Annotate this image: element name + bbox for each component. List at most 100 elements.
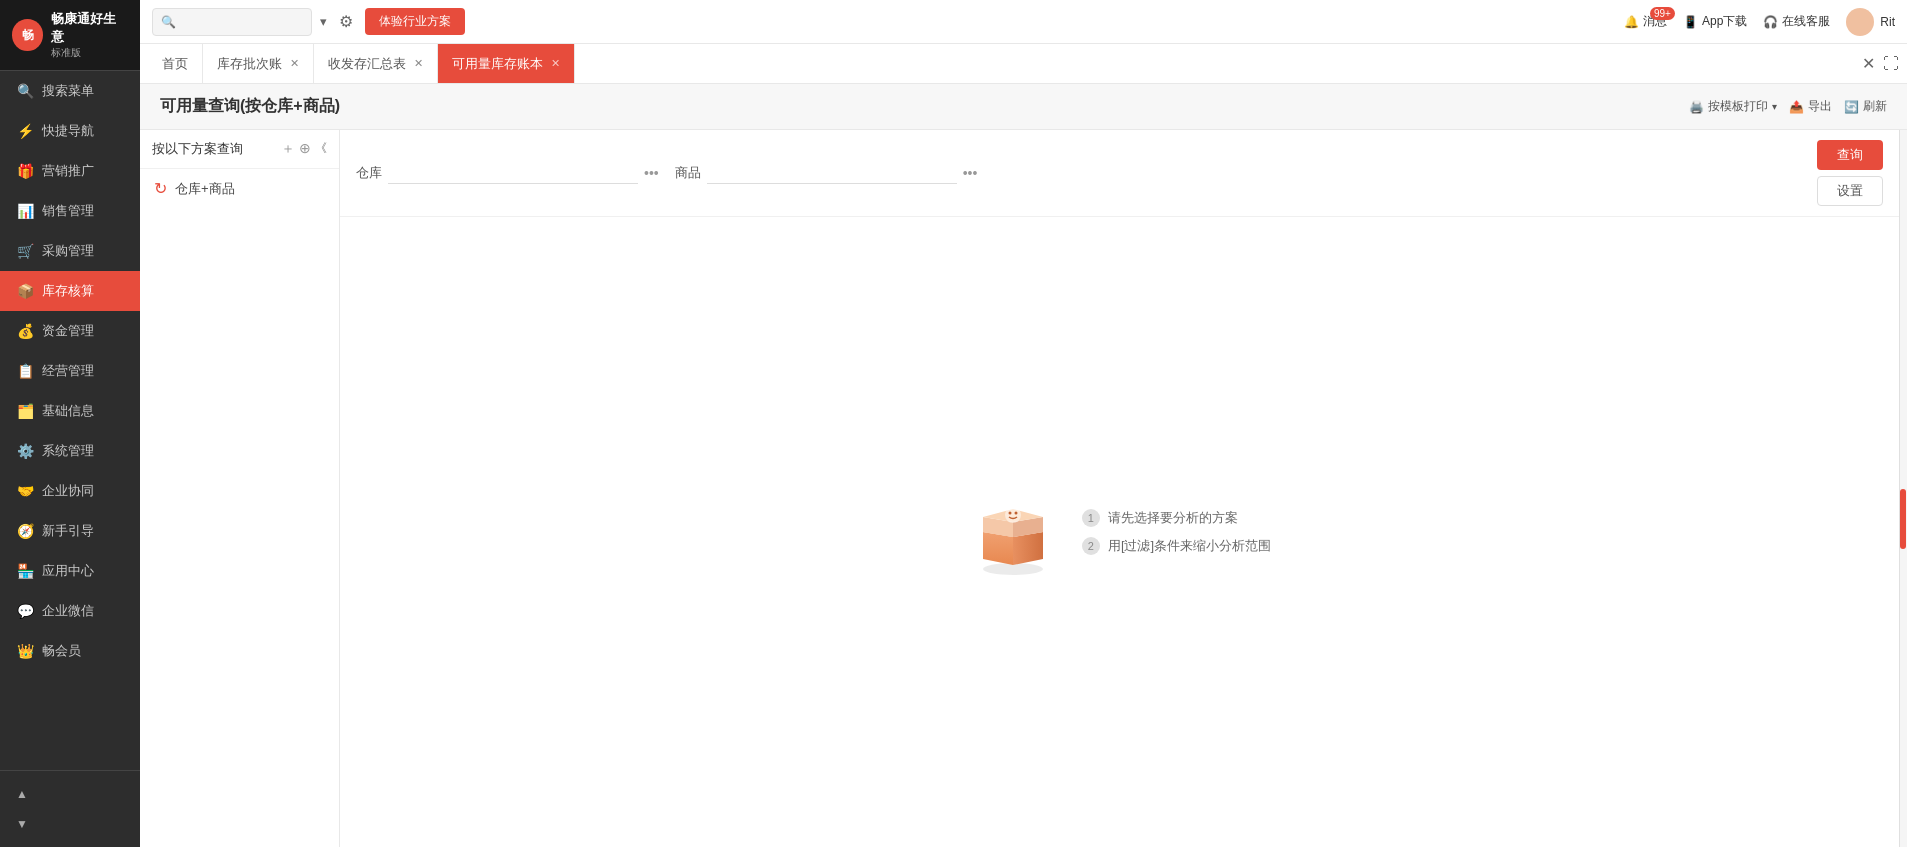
chevron-down-icon: ▾ [1772, 101, 1777, 112]
tab-available-label: 可用量库存账本 [452, 55, 543, 73]
sidebar-item-wxwork[interactable]: 💬 企业微信 [0, 591, 140, 631]
headset-icon: 🎧 [1763, 15, 1778, 29]
tab-summary[interactable]: 收发存汇总表 ✕ [314, 44, 438, 83]
tip-text-2: 用[过滤]条件来缩小分析范围 [1108, 537, 1271, 555]
close-tab-icon[interactable]: ✕ [1862, 54, 1875, 73]
right-scrollbar[interactable] [1899, 130, 1907, 847]
sidebar-nav: 🔍 搜索菜单 ⚡ 快捷导航 🎁 营销推广 📊 销售管理 🛒 采购管理 📦 库存核… [0, 71, 140, 770]
gear-icon[interactable]: ⚙ [335, 8, 357, 35]
tabs-actions: ✕ ⛶ [1862, 54, 1899, 73]
export-button[interactable]: 📤 导出 [1789, 98, 1832, 115]
app-download-button[interactable]: 📱 App下载 [1683, 13, 1747, 30]
sidebar-label-basic: 基础信息 [42, 402, 94, 420]
sidebar-item-guide[interactable]: 🧭 新手引导 [0, 511, 140, 551]
expand-icon[interactable]: ⛶ [1883, 55, 1899, 73]
shortcut-icon: ⚡ [16, 122, 34, 140]
left-panel-actions: ＋ ⊕ 《 [281, 140, 327, 158]
sidebar-item-operation[interactable]: 📋 经营管理 [0, 351, 140, 391]
tab-batch[interactable]: 库存批次账 ✕ [203, 44, 314, 83]
sidebar-item-purchase[interactable]: 🛒 采购管理 [0, 231, 140, 271]
inventory-icon: 📦 [16, 282, 34, 300]
search-input[interactable] [180, 15, 280, 29]
basic-icon: 🗂️ [16, 402, 34, 420]
operation-icon: 📋 [16, 362, 34, 380]
sidebar-item-finance[interactable]: 💰 资金管理 [0, 311, 140, 351]
left-panel-title-area: 按以下方案查询 [152, 140, 243, 158]
left-panel: 按以下方案查询 ＋ ⊕ 《 ↻ 仓库+商品 [140, 130, 340, 847]
left-panel-title: 按以下方案查询 [152, 140, 243, 158]
sidebar-item-marketing[interactable]: 🎁 营销推广 [0, 151, 140, 191]
notification-badge: 99+ [1650, 7, 1675, 20]
empty-tip-2: 2 用[过滤]条件来缩小分析范围 [1082, 537, 1271, 555]
sidebar-label-member: 畅会员 [42, 642, 81, 660]
sidebar-item-shortcut[interactable]: ⚡ 快捷导航 [0, 111, 140, 151]
manage-schemes-button[interactable]: ⊕ [299, 140, 311, 158]
sidebar-label-wxwork: 企业微信 [42, 602, 94, 620]
main-content: 🔍 ▾ ⚙ 体验行业方案 🔔 消息 99+ 📱 App下载 🎧 在线客服 Rit [140, 0, 1907, 847]
search-icon: 🔍 [161, 15, 176, 29]
sidebar-header: 畅 畅康通好生意 标准版 [0, 0, 140, 71]
product-more-icon[interactable]: ••• [963, 165, 978, 181]
sidebar-label-purchase: 采购管理 [42, 242, 94, 260]
dropdown-arrow-icon[interactable]: ▾ [320, 14, 327, 29]
tab-batch-close[interactable]: ✕ [290, 57, 299, 70]
tab-available-close[interactable]: ✕ [551, 57, 560, 70]
tab-home[interactable]: 首页 [148, 44, 203, 83]
query-button[interactable]: 查询 [1817, 140, 1883, 170]
svg-point-9 [1014, 512, 1017, 515]
sidebar-item-enterprise[interactable]: 🤝 企业协同 [0, 471, 140, 511]
sidebar-scroll-up[interactable]: ▲ [0, 779, 140, 809]
sidebar-label-guide: 新手引导 [42, 522, 94, 540]
svg-point-7 [1005, 507, 1021, 523]
page-actions: 🖨️ 按模板打印 ▾ 📤 导出 🔄 刷新 [1689, 98, 1887, 115]
sidebar-scroll-down[interactable]: ▼ [0, 809, 140, 839]
user-avatar-area[interactable]: Rit [1846, 8, 1895, 36]
sidebar-label-shortcut: 快捷导航 [42, 122, 94, 140]
industry-solution-button[interactable]: 体验行业方案 [365, 8, 465, 35]
print-button[interactable]: 🖨️ 按模板打印 ▾ [1689, 98, 1777, 115]
sidebar-item-basic[interactable]: 🗂️ 基础信息 [0, 391, 140, 431]
topbar: 🔍 ▾ ⚙ 体验行业方案 🔔 消息 99+ 📱 App下载 🎧 在线客服 Rit [140, 0, 1907, 44]
empty-tips: 1 请先选择要分析的方案 2 用[过滤]条件来缩小分析范围 [1082, 509, 1271, 555]
export-label: 导出 [1808, 98, 1832, 115]
tab-available[interactable]: 可用量库存账本 ✕ [438, 44, 575, 83]
add-scheme-button[interactable]: ＋ [281, 140, 295, 158]
sidebar-item-appstore[interactable]: 🏪 应用中心 [0, 551, 140, 591]
marketing-icon: 🎁 [16, 162, 34, 180]
empty-illustration [968, 487, 1058, 577]
sidebar-label-marketing: 营销推广 [42, 162, 94, 180]
product-filter: 商品 ••• [675, 162, 978, 184]
scrollbar-thumb[interactable] [1900, 489, 1906, 549]
sidebar-item-sales[interactable]: 📊 销售管理 [0, 191, 140, 231]
settings-button[interactable]: 设置 [1817, 176, 1883, 206]
sidebar-item-search[interactable]: 🔍 搜索菜单 [0, 71, 140, 111]
page-header: 可用量查询(按仓库+商品) 🖨️ 按模板打印 ▾ 📤 导出 🔄 刷新 [140, 84, 1907, 130]
product-input[interactable] [707, 162, 957, 184]
finance-icon: 💰 [16, 322, 34, 340]
sidebar-item-member[interactable]: 👑 畅会员 [0, 631, 140, 671]
scheme-item-warehouse-product[interactable]: ↻ 仓库+商品 [140, 169, 339, 208]
sales-icon: 📊 [16, 202, 34, 220]
empty-visual: 1 请先选择要分析的方案 2 用[过滤]条件来缩小分析范围 [968, 487, 1271, 577]
warehouse-more-icon[interactable]: ••• [644, 165, 659, 181]
sidebar-item-system[interactable]: ⚙️ 系统管理 [0, 431, 140, 471]
topbar-search-box[interactable]: 🔍 [152, 8, 312, 36]
left-panel-header: 按以下方案查询 ＋ ⊕ 《 [140, 130, 339, 169]
tab-summary-label: 收发存汇总表 [328, 55, 406, 73]
sidebar: 畅 畅康通好生意 标准版 🔍 搜索菜单 ⚡ 快捷导航 🎁 营销推广 📊 销售管理… [0, 0, 140, 847]
export-icon: 📤 [1789, 100, 1804, 114]
tab-summary-close[interactable]: ✕ [414, 57, 423, 70]
refresh-button[interactable]: 🔄 刷新 [1844, 98, 1887, 115]
collapse-panel-icon[interactable]: 《 [315, 140, 327, 158]
appstore-icon: 🏪 [16, 562, 34, 580]
brand-name: 畅康通好生意 [51, 10, 128, 46]
right-panel: 仓库 ••• 商品 ••• 查询 设置 [340, 130, 1899, 847]
sidebar-item-inventory[interactable]: 📦 库存核算 [0, 271, 140, 311]
purchase-icon: 🛒 [16, 242, 34, 260]
warehouse-input[interactable] [388, 162, 638, 184]
refresh-label: 刷新 [1863, 98, 1887, 115]
filter-row: 仓库 ••• 商品 ••• 查询 设置 [340, 130, 1899, 217]
svg-point-8 [1008, 512, 1011, 515]
online-service-button[interactable]: 🎧 在线客服 [1763, 13, 1830, 30]
notifications-button[interactable]: 🔔 消息 99+ [1624, 13, 1667, 30]
